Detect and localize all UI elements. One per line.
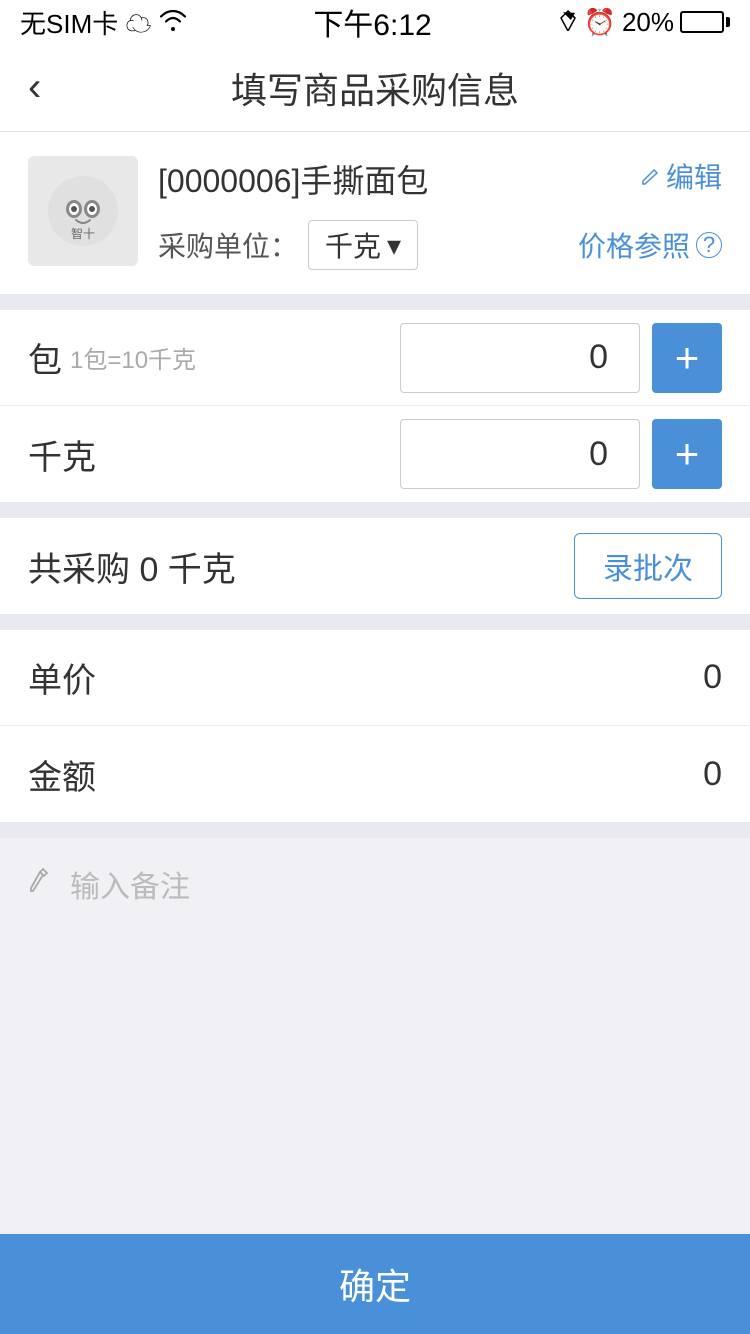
divider-1 xyxy=(0,294,750,310)
bag-quantity-input[interactable] xyxy=(400,323,640,393)
location-icon xyxy=(558,7,578,38)
price-ref-info-icon: ? xyxy=(696,232,722,258)
product-info: [0000006]手撕面包 编辑 采购单位： 千克 ▾ 价格 xyxy=(158,156,722,270)
no-sim-label: 无SIM卡 ☁ xyxy=(20,4,151,41)
page-title: 填写商品采购信息 xyxy=(231,62,519,114)
amount-row: 金额 0 xyxy=(0,726,750,822)
product-section: 智十 [0000006]手撕面包 编辑 采购单位： 千克 ▾ xyxy=(0,132,750,294)
unit-price-value: 0 xyxy=(703,658,722,697)
amount-label: 金额 xyxy=(28,750,96,799)
kg-quantity-input[interactable] xyxy=(400,419,640,489)
unit-price-row: 单价 0 xyxy=(0,630,750,726)
confirm-button[interactable]: 确定 xyxy=(339,1258,411,1310)
unit-value: 千克 xyxy=(325,225,381,265)
wifi-icon xyxy=(159,7,187,38)
status-left: 无SIM卡 ☁ xyxy=(20,4,187,41)
bag-plus-button[interactable]: + xyxy=(652,323,722,393)
confirm-bar[interactable]: 确定 xyxy=(0,1234,750,1334)
bag-input-row: 包 1包=10千克 + xyxy=(0,310,750,406)
alarm-icon: ⏰ xyxy=(584,7,616,38)
unit-dropdown[interactable]: 千克 ▾ xyxy=(308,220,418,270)
price-section: 单价 0 金额 0 xyxy=(0,630,750,822)
pencil-icon xyxy=(28,866,56,902)
divider-4 xyxy=(0,822,750,838)
product-name: [0000006]手撕面包 xyxy=(158,156,640,202)
status-time: 下午6:12 xyxy=(313,0,431,44)
purchase-unit: 采购单位： 千克 ▾ xyxy=(158,220,418,270)
status-bar: 无SIM卡 ☁ 下午6:12 ⏰ 20% xyxy=(0,0,750,44)
nav-bar: ‹ 填写商品采购信息 xyxy=(0,44,750,132)
battery-percent: 20% xyxy=(622,7,674,38)
battery-icon xyxy=(680,11,730,33)
product-thumbnail: 智十 xyxy=(28,156,138,266)
bag-sub-label: 1包=10千克 xyxy=(70,340,196,375)
note-section[interactable]: 输入备注 xyxy=(0,838,750,930)
status-right: ⏰ 20% xyxy=(558,7,730,38)
svg-text:智十: 智十 xyxy=(71,226,95,241)
back-button[interactable]: ‹ xyxy=(28,65,41,110)
edit-button[interactable]: 编辑 xyxy=(640,156,722,196)
unit-price-label: 单价 xyxy=(28,653,96,702)
bag-label: 包 xyxy=(28,333,62,382)
kg-input-row: 千克 + xyxy=(0,406,750,502)
note-placeholder[interactable]: 输入备注 xyxy=(70,862,190,906)
background-area xyxy=(0,930,750,1230)
divider-3 xyxy=(0,614,750,630)
quantity-section: 包 1包=10千克 + 千克 + xyxy=(0,310,750,502)
divider-2 xyxy=(0,502,750,518)
total-purchase-text: 共采购 0 千克 xyxy=(28,542,236,591)
summary-section: 共采购 0 千克 录批次 xyxy=(0,518,750,614)
dropdown-arrow-icon: ▾ xyxy=(387,229,401,262)
price-reference-button[interactable]: 价格参照 ? xyxy=(578,225,722,265)
record-batch-button[interactable]: 录批次 xyxy=(574,533,722,599)
kg-plus-button[interactable]: + xyxy=(652,419,722,489)
amount-value: 0 xyxy=(703,755,722,794)
purchase-unit-label: 采购单位： xyxy=(158,225,298,265)
kg-label: 千克 xyxy=(28,430,96,479)
